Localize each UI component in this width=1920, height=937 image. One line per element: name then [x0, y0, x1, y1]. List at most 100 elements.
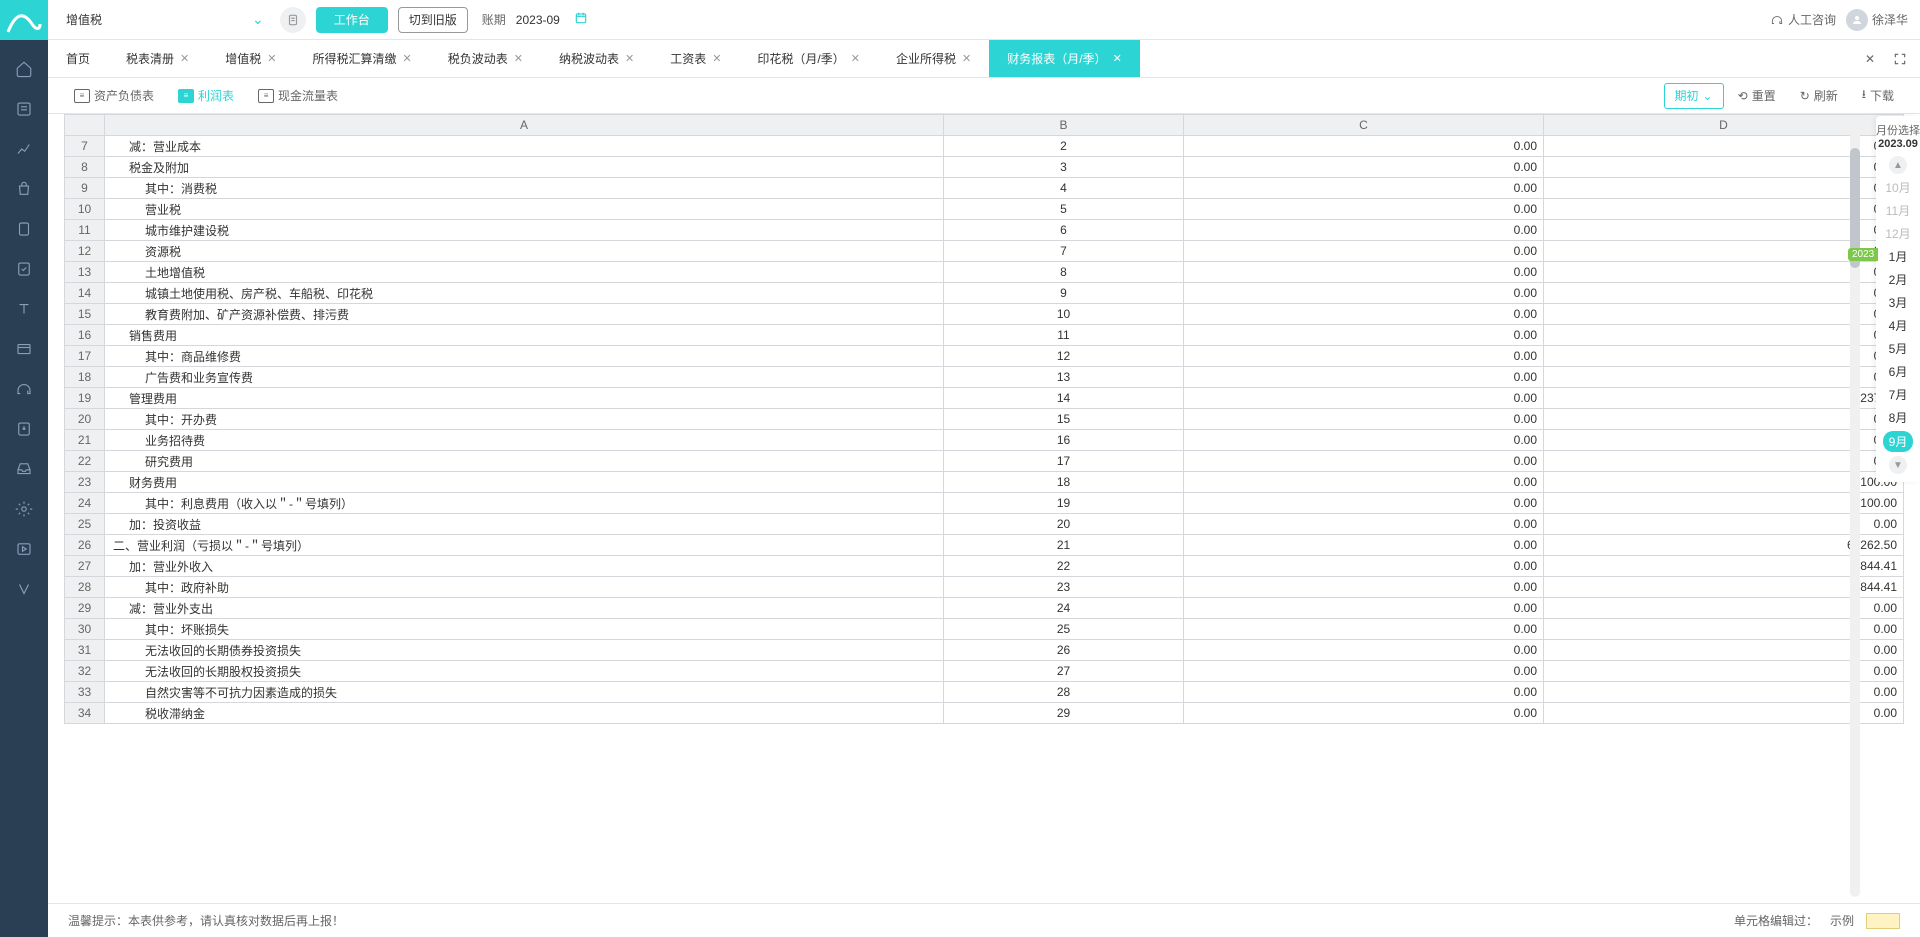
cell[interactable]: 6	[944, 220, 1184, 241]
cell[interactable]: 23	[944, 577, 1184, 598]
cell[interactable]: 0.00	[1184, 220, 1544, 241]
row-header[interactable]: 21	[65, 430, 105, 451]
cell[interactable]: 营业税	[105, 199, 944, 220]
close-icon[interactable]: ✕	[180, 52, 189, 65]
cell[interactable]: 21	[944, 535, 1184, 556]
cell[interactable]: 0.00	[1184, 325, 1544, 346]
calendar-icon[interactable]	[574, 11, 588, 28]
cell[interactable]: 加：投资收益	[105, 514, 944, 535]
reset-button[interactable]: ⟲重置	[1728, 83, 1786, 109]
cell[interactable]: 其中：政府补助	[105, 577, 944, 598]
cell[interactable]: 2	[944, 136, 1184, 157]
cell[interactable]: 29	[944, 703, 1184, 724]
row-header[interactable]: 8	[65, 157, 105, 178]
doc-button[interactable]	[280, 7, 306, 33]
month-down-icon[interactable]: ▼	[1889, 456, 1907, 474]
cell[interactable]: 5	[944, 199, 1184, 220]
cell[interactable]: 7	[944, 241, 1184, 262]
cell[interactable]: 城市维护建设税	[105, 220, 944, 241]
v-icon[interactable]	[13, 578, 35, 600]
export-icon[interactable]	[13, 418, 35, 440]
cell[interactable]: 15	[944, 409, 1184, 430]
cell[interactable]: 0.00	[1184, 262, 1544, 283]
row-header[interactable]: 30	[65, 619, 105, 640]
cell[interactable]: 28	[944, 682, 1184, 703]
cell[interactable]: 0.00	[1184, 703, 1544, 724]
cell[interactable]: 0.00	[1184, 157, 1544, 178]
list-icon[interactable]	[13, 98, 35, 120]
tab[interactable]: 工资表✕	[652, 40, 739, 77]
row-header[interactable]: 7	[65, 136, 105, 157]
cell[interactable]: 教育费附加、矿产资源补偿费、排污费	[105, 304, 944, 325]
cell[interactable]: 3	[944, 157, 1184, 178]
month-item[interactable]: 5月	[1877, 337, 1920, 360]
window-icon[interactable]	[13, 338, 35, 360]
row-header[interactable]: 29	[65, 598, 105, 619]
cell[interactable]: 14	[944, 388, 1184, 409]
cell[interactable]: 0.00	[1184, 577, 1544, 598]
cell[interactable]: 11	[944, 325, 1184, 346]
cell[interactable]: 18	[944, 472, 1184, 493]
switch-old-button[interactable]: 切到旧版	[398, 7, 468, 33]
month-item[interactable]: 7月	[1877, 383, 1920, 406]
row-header[interactable]: 31	[65, 640, 105, 661]
cell[interactable]: 0.00	[1184, 661, 1544, 682]
cell[interactable]: 二、营业利润（亏损以＂-＂号填列）	[105, 535, 944, 556]
cell[interactable]: 管理费用	[105, 388, 944, 409]
close-icon[interactable]: ✕	[514, 52, 523, 65]
cell[interactable]: 无法收回的长期股权投资损失	[105, 661, 944, 682]
cell[interactable]: 20	[944, 514, 1184, 535]
cell[interactable]: 17	[944, 451, 1184, 472]
cell[interactable]: 24	[944, 598, 1184, 619]
tab[interactable]: 印花税（月/季）✕	[739, 40, 878, 77]
cell[interactable]: 0.00	[1184, 619, 1544, 640]
cell[interactable]: 减：营业成本	[105, 136, 944, 157]
subtab-income[interactable]: ≡利润表	[168, 83, 244, 108]
row-header[interactable]: 11	[65, 220, 105, 241]
workbench-button[interactable]: 工作台	[316, 7, 388, 33]
initial-button[interactable]: 期初 ⌄	[1664, 83, 1724, 109]
cell[interactable]: 27	[944, 661, 1184, 682]
col-header-a[interactable]: A	[105, 115, 944, 136]
row-header[interactable]: 24	[65, 493, 105, 514]
close-icon[interactable]: ✕	[1113, 52, 1122, 65]
spreadsheet[interactable]: A B C D 7减：营业成本20.000.008税金及附加30.000.009…	[48, 114, 1920, 903]
cell[interactable]: 0.00	[1184, 493, 1544, 514]
cell[interactable]: 无法收回的长期债券投资损失	[105, 640, 944, 661]
cell[interactable]: 8	[944, 262, 1184, 283]
cell[interactable]: 0.00	[1184, 598, 1544, 619]
cell[interactable]: 其中：开办费	[105, 409, 944, 430]
cell[interactable]: 其中：坏账损失	[105, 619, 944, 640]
cell[interactable]: 业务招待费	[105, 430, 944, 451]
tab[interactable]: 首页	[48, 40, 108, 77]
cell[interactable]: 0.00	[1184, 346, 1544, 367]
row-header[interactable]: 34	[65, 703, 105, 724]
cell[interactable]: 0.00	[1184, 367, 1544, 388]
cell[interactable]: 0.00	[1184, 136, 1544, 157]
row-header[interactable]: 26	[65, 535, 105, 556]
cell[interactable]: 0.00	[1184, 682, 1544, 703]
month-item[interactable]: 6月	[1877, 360, 1920, 383]
cell[interactable]: 税收滞纳金	[105, 703, 944, 724]
cell[interactable]: 16	[944, 430, 1184, 451]
tab[interactable]: 财务报表（月/季）✕	[989, 40, 1140, 77]
cell[interactable]: 土地增值税	[105, 262, 944, 283]
cell[interactable]: 其中：利息费用（收入以＂-＂号填列）	[105, 493, 944, 514]
cell[interactable]: 0.00	[1184, 199, 1544, 220]
support-icon[interactable]	[13, 378, 35, 400]
cell[interactable]: 研究费用	[105, 451, 944, 472]
row-header[interactable]: 28	[65, 577, 105, 598]
company-select[interactable]: 增值税 ⌄	[60, 11, 270, 28]
cell[interactable]: 资源税	[105, 241, 944, 262]
close-icon[interactable]: ✕	[403, 52, 412, 65]
tab[interactable]: 所得税汇算清缴✕	[294, 40, 429, 77]
cell[interactable]: 25	[944, 619, 1184, 640]
cell[interactable]: 加：营业外收入	[105, 556, 944, 577]
download-button[interactable]: ⭳下载	[1852, 83, 1904, 109]
row-header[interactable]: 10	[65, 199, 105, 220]
bag-icon[interactable]	[13, 178, 35, 200]
cell[interactable]: 0.00	[1184, 472, 1544, 493]
row-header[interactable]: 25	[65, 514, 105, 535]
cell[interactable]: 0.00	[1184, 178, 1544, 199]
cell[interactable]: 13	[944, 367, 1184, 388]
